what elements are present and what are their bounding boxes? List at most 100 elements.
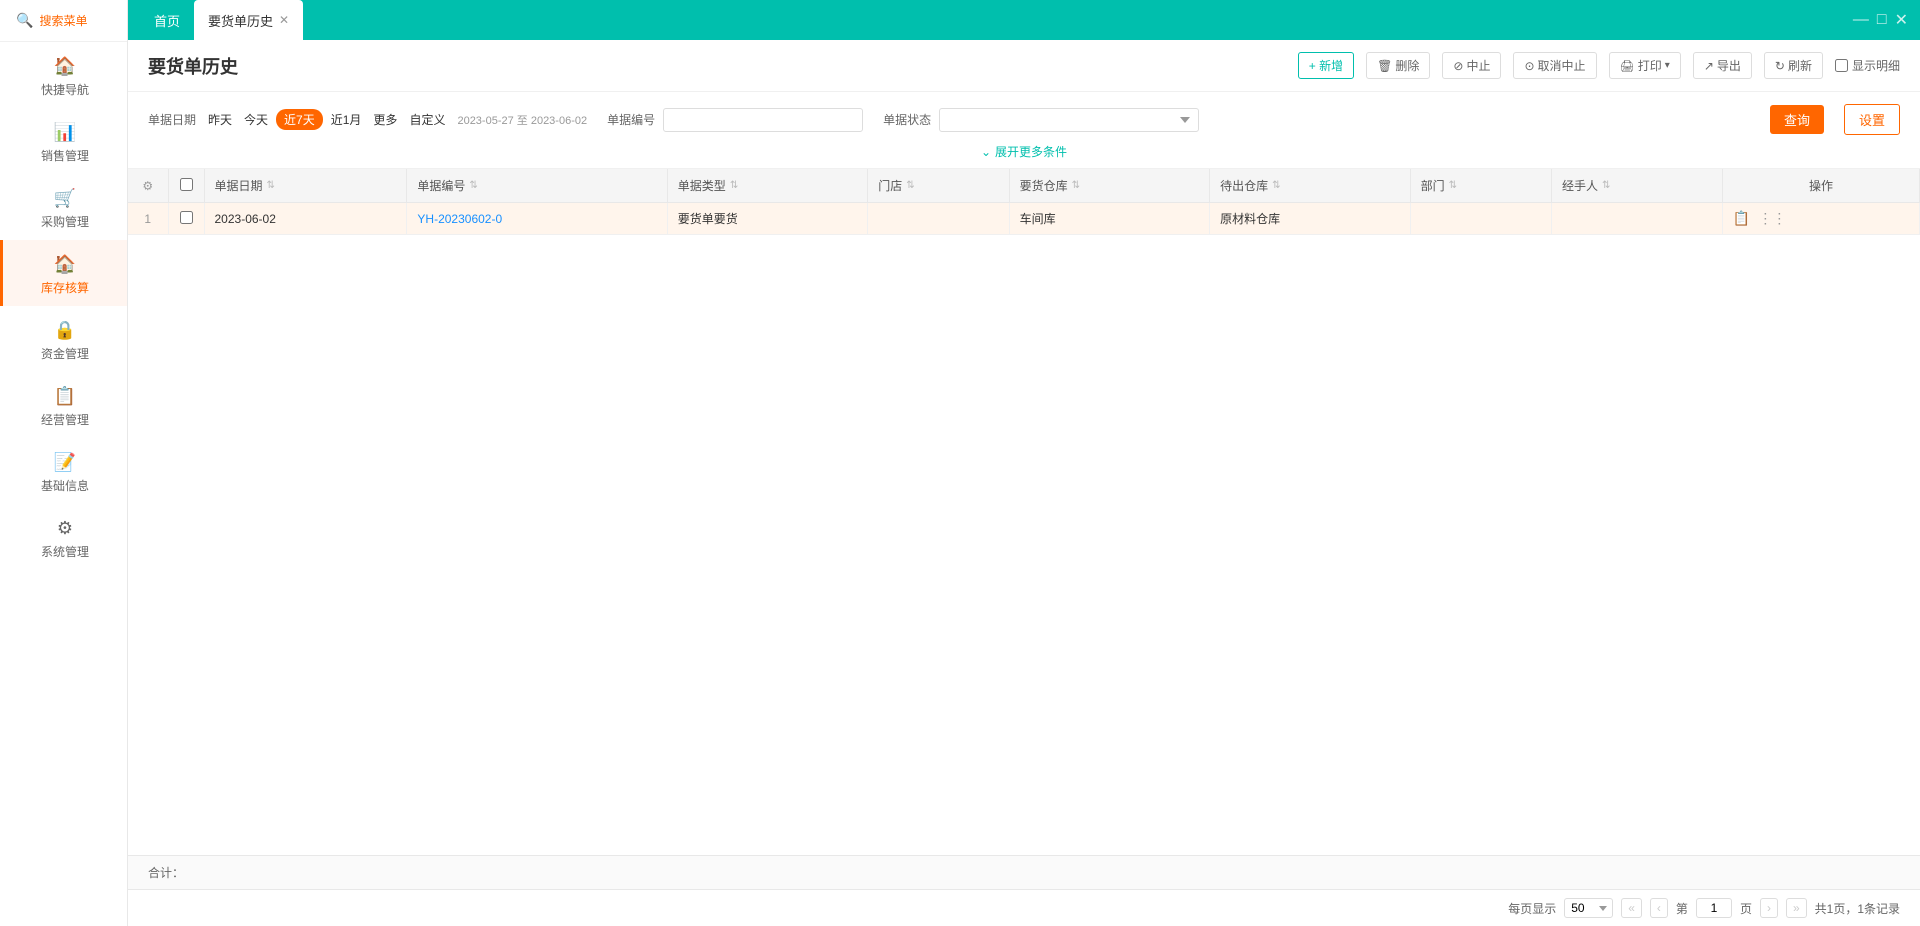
date-btn-7days[interactable]: 近7天: [276, 109, 323, 130]
sidebar-label-finance: 资金管理: [41, 345, 89, 362]
docno-filter-group: 单据编号: [607, 108, 863, 132]
select-all-checkbox[interactable]: [180, 178, 193, 191]
first-page-button[interactable]: «: [1621, 898, 1642, 918]
date-btn-custom[interactable]: 自定义: [405, 110, 449, 129]
sidebar-icon-purchase: 🛒: [54, 188, 76, 209]
cancel-stop-icon: ⊙: [1524, 59, 1534, 73]
cell-checkbox-0[interactable]: [168, 203, 204, 235]
date-btn-today[interactable]: 今天: [240, 110, 272, 129]
date-filter-buttons: 昨天 今天 近7天 近1月 更多 自定义: [204, 109, 449, 130]
sort-icon-date: ⇅: [267, 180, 275, 191]
tab-label-home: 首页: [154, 11, 180, 30]
cell-out-warehouse-0: 原材料仓库: [1210, 203, 1410, 235]
content: 要货单历史 + 新增 🗑 删除 ⊘ 中止 ⊙ 取消中止 🖨 打印: [128, 40, 1920, 926]
export-button[interactable]: ↗ 导出: [1693, 52, 1752, 79]
cell-ops-0: 📋 ⋮⋮: [1722, 203, 1919, 235]
th-store[interactable]: 门店 ⇅: [868, 169, 1009, 203]
settings-button[interactable]: 设置: [1844, 104, 1900, 135]
pagination-bar: 每页显示 10 20 50 100 « ‹ 第 页 › » 共1页，1条记录: [128, 889, 1920, 926]
docno-link-0[interactable]: YH-20230602-0: [417, 212, 502, 226]
sidebar-item-purchase[interactable]: 🛒采购管理: [0, 174, 127, 240]
export-icon: ↗: [1704, 59, 1714, 73]
total-info: 共1页，1条记录: [1815, 900, 1900, 917]
th-dept[interactable]: 部门 ⇅: [1410, 169, 1551, 203]
sidebar-item-basic[interactable]: 📝基础信息: [0, 438, 127, 504]
sidebar-search[interactable]: 🔍 搜索菜单: [0, 0, 127, 42]
th-req-warehouse[interactable]: 要货仓库 ⇅: [1009, 169, 1209, 203]
th-date[interactable]: 单据日期 ⇅: [204, 169, 407, 203]
sidebar-item-quick-nav[interactable]: 🏠快捷导航: [0, 42, 127, 108]
delete-icon: 🗑: [1377, 59, 1392, 73]
sort-icon-dept: ⇅: [1449, 180, 1457, 191]
th-settings[interactable]: ⚙: [128, 169, 168, 203]
tab-close-history[interactable]: ✕: [279, 13, 289, 27]
toolbar: + 新增 🗑 删除 ⊘ 中止 ⊙ 取消中止 🖨 打印 ▾: [1298, 52, 1900, 79]
sidebar-item-system[interactable]: ⚙系统管理: [0, 504, 127, 570]
status-filter-select[interactable]: [939, 108, 1199, 132]
sidebar-icon-quick-nav: 🏠: [54, 56, 76, 77]
date-range-display: 2023-05-27 至 2023-06-02: [457, 112, 587, 128]
window-controls: — □ ✕: [1853, 10, 1908, 30]
filter-row: 单据日期 昨天 今天 近7天 近1月 更多 自定义 2023-05-27 至 2…: [148, 104, 1900, 135]
minimize-button[interactable]: —: [1853, 11, 1869, 29]
th-doctype[interactable]: 单据类型 ⇅: [667, 169, 867, 203]
sidebar-label-operation: 经营管理: [41, 411, 89, 428]
page-size-select[interactable]: 10 20 50 100: [1564, 898, 1613, 918]
date-btn-1month[interactable]: 近1月: [327, 110, 366, 129]
table-header-row: ⚙ 单据日期 ⇅ 单据编号: [128, 169, 1920, 203]
new-button[interactable]: + 新增: [1298, 52, 1354, 79]
expand-more-btn[interactable]: ⌄ 展开更多条件: [148, 143, 1900, 160]
delete-button[interactable]: 🗑 删除: [1366, 52, 1430, 79]
sidebar-label-sales: 销售管理: [41, 147, 89, 164]
page-label-post: 页: [1740, 900, 1752, 917]
refresh-button[interactable]: ↻ 刷新: [1764, 52, 1823, 79]
close-button[interactable]: ✕: [1895, 10, 1908, 30]
th-checkbox[interactable]: [168, 169, 204, 203]
tab-history[interactable]: 要货单历史✕: [194, 0, 303, 40]
sort-icon-doctype: ⇅: [730, 180, 738, 191]
date-btn-yesterday[interactable]: 昨天: [204, 110, 236, 129]
sidebar-item-operation[interactable]: 📋经营管理: [0, 372, 127, 438]
sidebar-label-basic: 基础信息: [41, 477, 89, 494]
table-row: 1 2023-06-02 YH-20230602-0 要货单要货 车间库 原材料…: [128, 203, 1920, 235]
cancel-stop-button[interactable]: ⊙ 取消中止: [1513, 52, 1596, 79]
cell-handler-0: [1552, 203, 1723, 235]
sidebar-icon-sales: 📊: [54, 122, 76, 143]
page-title: 要货单历史: [148, 53, 1288, 79]
cell-date-0: 2023-06-02: [204, 203, 407, 235]
op-edit-0[interactable]: 📋: [1733, 210, 1750, 227]
sidebar-item-sales[interactable]: 📊 销售管理: [0, 108, 127, 174]
page-header: 要货单历史 + 新增 🗑 删除 ⊘ 中止 ⊙ 取消中止 🖨 打印: [128, 40, 1920, 92]
last-page-button[interactable]: »: [1786, 898, 1807, 918]
date-btn-more[interactable]: 更多: [369, 110, 401, 129]
sort-icon-req-warehouse: ⇅: [1072, 180, 1080, 191]
sidebar-icon-system: ⚙: [57, 518, 73, 539]
table-footer: 合计：: [128, 855, 1920, 889]
docno-filter-input[interactable]: [663, 108, 863, 132]
stop-button[interactable]: ⊘ 中止: [1442, 52, 1501, 79]
prev-page-button[interactable]: ‹: [1650, 898, 1668, 918]
th-handler[interactable]: 经手人 ⇅: [1552, 169, 1723, 203]
print-button[interactable]: 🖨 打印 ▾: [1609, 52, 1681, 79]
cell-docno-0[interactable]: YH-20230602-0: [407, 203, 667, 235]
sort-icon-docno: ⇅: [469, 180, 477, 191]
filter-area: 单据日期 昨天 今天 近7天 近1月 更多 自定义 2023-05-27 至 2…: [128, 92, 1920, 169]
table-area: ⚙ 单据日期 ⇅ 单据编号: [128, 169, 1920, 855]
th-out-warehouse[interactable]: 待出仓库 ⇅: [1210, 169, 1410, 203]
op-delete-0[interactable]: ⋮⋮: [1758, 210, 1786, 227]
sidebar-label-inventory: 库存核算: [41, 279, 89, 296]
display-detail-checkbox-group: 显示明细: [1835, 57, 1900, 74]
status-filter-group: 单据状态: [883, 108, 1199, 132]
row-checkbox-0[interactable]: [180, 211, 193, 224]
display-detail-checkbox[interactable]: [1835, 59, 1848, 72]
tab-home[interactable]: 首页: [140, 0, 194, 40]
maximize-button[interactable]: □: [1877, 11, 1887, 29]
sidebar-item-finance[interactable]: 🔒资金管理: [0, 306, 127, 372]
current-page-input[interactable]: [1696, 898, 1732, 918]
main-area: 首页要货单历史✕ — □ ✕ 要货单历史 + 新增 🗑 删除 ⊘ 中止: [128, 0, 1920, 926]
stop-icon: ⊘: [1453, 59, 1463, 73]
th-docno[interactable]: 单据编号 ⇅: [407, 169, 667, 203]
sidebar-item-inventory[interactable]: 🏠库存核算: [0, 240, 127, 306]
next-page-button[interactable]: ›: [1760, 898, 1778, 918]
query-button[interactable]: 查询: [1770, 105, 1824, 134]
